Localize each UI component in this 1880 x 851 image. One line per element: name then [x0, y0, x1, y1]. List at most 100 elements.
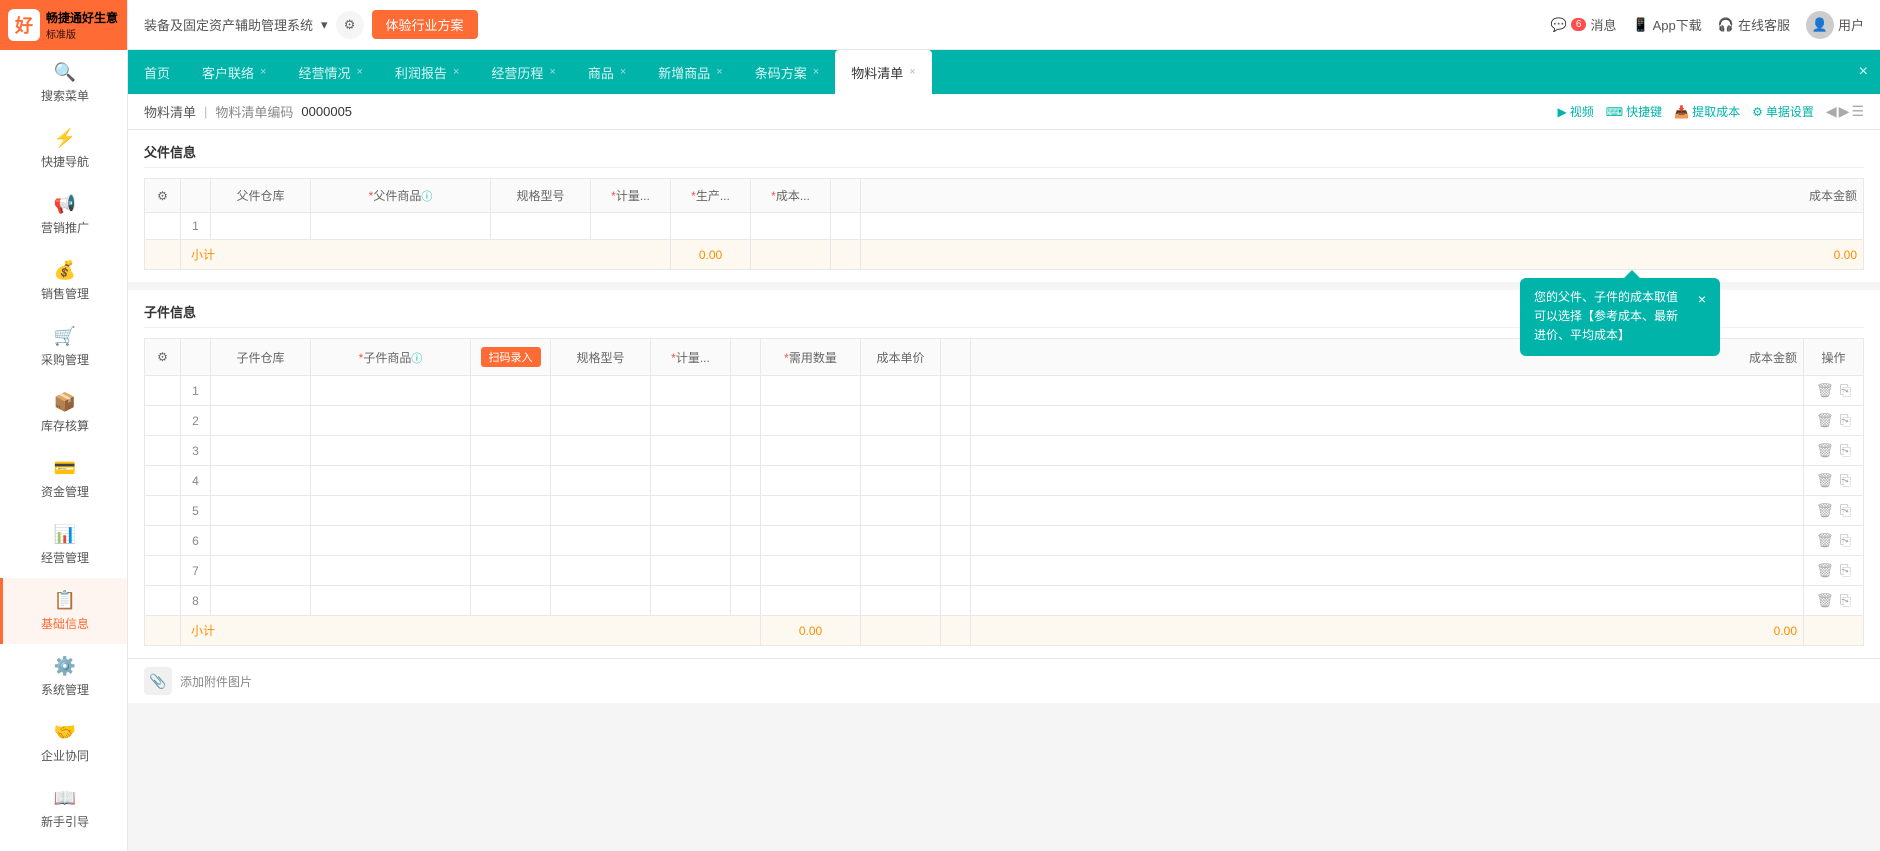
row-goods[interactable]	[311, 466, 471, 496]
sidebar-item-finance[interactable]: 💳 资金管理	[0, 446, 127, 512]
row-warehouse[interactable]	[211, 496, 311, 526]
sidebar-item-purchase[interactable]: 🛒 采购管理	[0, 314, 127, 380]
delete-icon[interactable]: 🗑	[1816, 562, 1834, 579]
row-qty[interactable]	[761, 376, 861, 406]
menu-icon[interactable]: ☰	[1851, 103, 1864, 120]
copy-icon[interactable]: ⎘	[1840, 442, 1851, 459]
row-unit-price[interactable]	[861, 586, 941, 616]
breadcrumb-bom[interactable]: 物料清单	[144, 102, 196, 121]
row-unit-price[interactable]	[861, 496, 941, 526]
copy-icon[interactable]: ⎘	[1840, 502, 1851, 519]
row-goods[interactable]	[311, 556, 471, 586]
tooltip-close-btn[interactable]: ×	[1698, 288, 1706, 310]
tab-barcode[interactable]: 条码方案 ×	[739, 50, 835, 94]
sidebar-item-quicknav[interactable]: ⚡ 快捷导航	[0, 116, 127, 182]
row-qty[interactable]	[761, 526, 861, 556]
row-unit[interactable]	[591, 213, 671, 240]
row-warehouse[interactable]	[211, 586, 311, 616]
row-warehouse[interactable]	[211, 376, 311, 406]
view-video-btn[interactable]: ▶ 视频	[1558, 103, 1594, 120]
tab-home[interactable]: 首页	[128, 50, 186, 94]
scan-btn[interactable]: 扫码录入	[481, 347, 541, 367]
row-spec[interactable]	[551, 556, 651, 586]
row-unit-price[interactable]	[861, 436, 941, 466]
row-unit-price[interactable]	[861, 466, 941, 496]
sidebar-item-guide[interactable]: 📖 新手引导	[0, 776, 127, 842]
copy-icon[interactable]: ⎘	[1840, 382, 1851, 399]
row-unit-price[interactable]	[861, 526, 941, 556]
row-goods[interactable]	[311, 586, 471, 616]
tab-close-icon[interactable]: ×	[356, 66, 362, 78]
tab-operation[interactable]: 经营情况 ×	[282, 50, 378, 94]
tab-bom[interactable]: 物料清单 ×	[835, 50, 931, 94]
copy-icon[interactable]: ⎘	[1840, 532, 1851, 549]
row-unit[interactable]	[651, 496, 731, 526]
close-all-tabs[interactable]: ×	[1847, 63, 1880, 81]
sidebar-item-operation[interactable]: 📊 经营管理	[0, 512, 127, 578]
prev-arrow[interactable]: ◀	[1826, 103, 1837, 120]
row-unit-price[interactable]	[861, 406, 941, 436]
row-spec[interactable]	[491, 213, 591, 240]
row-spec[interactable]	[551, 496, 651, 526]
online-service-item[interactable]: 🎧 在线客服	[1718, 15, 1790, 34]
row-unit-price[interactable]	[861, 376, 941, 406]
row-spec[interactable]	[551, 436, 651, 466]
row-warehouse[interactable]	[211, 556, 311, 586]
extract-cost-btn[interactable]: 📥 提取成本	[1674, 103, 1740, 120]
row-qty[interactable]	[761, 406, 861, 436]
row-spec[interactable]	[551, 406, 651, 436]
row-unit-price[interactable]	[861, 556, 941, 586]
sidebar-item-system[interactable]: ⚙️ 系统管理	[0, 644, 127, 710]
row-produce[interactable]	[671, 213, 751, 240]
row-spec[interactable]	[551, 376, 651, 406]
row-unit[interactable]	[651, 376, 731, 406]
single-setting-btn[interactable]: ⚙ 单据设置	[1752, 103, 1814, 120]
sidebar-item-search[interactable]: 🔍 搜索菜单	[0, 50, 127, 116]
delete-icon[interactable]: 🗑	[1816, 412, 1834, 429]
tab-history[interactable]: 经营历程 ×	[475, 50, 571, 94]
row-unit[interactable]	[651, 526, 731, 556]
row-qty[interactable]	[761, 496, 861, 526]
user-item[interactable]: 👤 用户	[1806, 11, 1864, 39]
gear-button[interactable]: ⚙	[336, 11, 364, 39]
copy-icon[interactable]: ⎘	[1840, 562, 1851, 579]
delete-icon[interactable]: 🗑	[1816, 382, 1834, 399]
sidebar-item-inventory[interactable]: 📦 库存核算	[0, 380, 127, 446]
next-arrow[interactable]: ▶	[1839, 103, 1850, 120]
row-qty[interactable]	[761, 466, 861, 496]
trial-button[interactable]: 体验行业方案	[372, 10, 478, 39]
tab-close-icon[interactable]: ×	[620, 66, 626, 78]
sidebar-item-basic[interactable]: 📋 基础信息	[0, 578, 127, 644]
tab-customer[interactable]: 客户联络 ×	[186, 50, 282, 94]
child-col-settings[interactable]: ⚙	[145, 339, 181, 376]
copy-icon[interactable]: ⎘	[1840, 472, 1851, 489]
row-spec[interactable]	[551, 526, 651, 556]
tab-profit[interactable]: 利润报告 ×	[379, 50, 475, 94]
shortcut-btn[interactable]: ⌨ 快捷键	[1606, 103, 1662, 120]
app-download-item[interactable]: 📱 App下载	[1632, 15, 1701, 34]
row-goods[interactable]	[311, 376, 471, 406]
row-goods[interactable]	[311, 436, 471, 466]
row-goods[interactable]	[311, 496, 471, 526]
sidebar-item-sales[interactable]: 💰 销售管理	[0, 248, 127, 314]
tab-close-icon[interactable]: ×	[716, 66, 722, 78]
delete-icon[interactable]: 🗑	[1816, 592, 1834, 609]
delete-icon[interactable]: 🗑	[1816, 532, 1834, 549]
message-item[interactable]: 💬 6 消息	[1551, 15, 1617, 34]
row-warehouse[interactable]	[211, 406, 311, 436]
sidebar-item-collab[interactable]: 🤝 企业协同	[0, 710, 127, 776]
row-unit[interactable]	[651, 466, 731, 496]
row-unit[interactable]	[651, 436, 731, 466]
row-goods[interactable]	[311, 406, 471, 436]
child-col-scan[interactable]: 扫码录入	[471, 339, 551, 376]
row-qty[interactable]	[761, 586, 861, 616]
tab-new-goods[interactable]: 新增商品 ×	[642, 50, 738, 94]
system-dropdown[interactable]: ▾	[321, 17, 328, 33]
sidebar-item-marketing[interactable]: 📢 营销推广	[0, 182, 127, 248]
row-unit[interactable]	[651, 586, 731, 616]
row-spec[interactable]	[551, 466, 651, 496]
delete-icon[interactable]: 🗑	[1816, 442, 1834, 459]
row-goods[interactable]	[311, 213, 491, 240]
row-unit[interactable]	[651, 406, 731, 436]
row-cost[interactable]	[751, 213, 831, 240]
